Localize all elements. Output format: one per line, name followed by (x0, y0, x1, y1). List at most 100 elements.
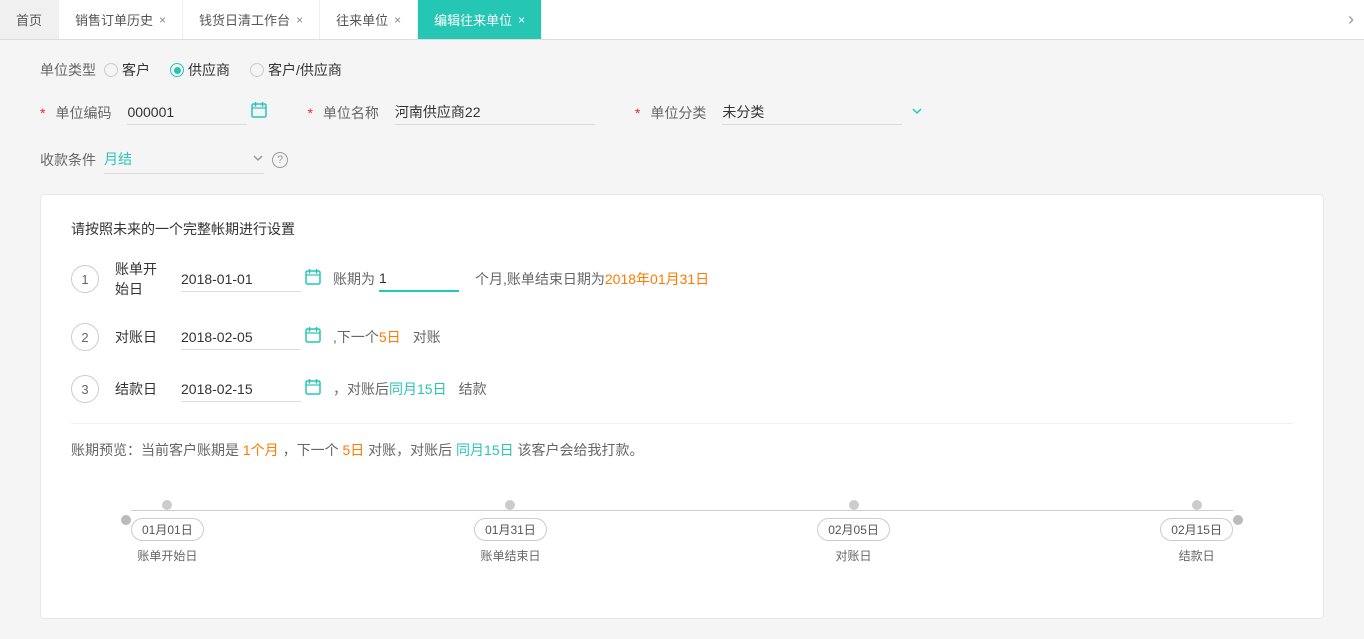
timeline-badge-2: 01月31日 (474, 518, 547, 541)
tab-edit-close[interactable]: × (518, 13, 525, 27)
preview-divider: 账期预览：当前客户账期是 1个月 ，下一个 5日 对账，对账后 同月15日 该客… (71, 423, 1293, 460)
preview-middle2: 对账，对账后 (368, 442, 452, 458)
period-row-1: 1 账单开始日 账期为 个月,账单结束日期为 2018年01月31日 (71, 259, 1293, 299)
cat-label: 单位分类 (650, 103, 706, 123)
tab-units-close[interactable]: × (394, 13, 401, 27)
period-num-1: 1 (71, 265, 99, 293)
unit-type-row: 单位类型 客户 供应商 客户/供应商 (40, 60, 1324, 80)
period-date-1-wrap (181, 267, 321, 292)
tab-home[interactable]: 首页 (0, 0, 59, 39)
timeline-badge-3: 02月05日 (817, 518, 890, 541)
code-field-group: * 单位编码 (40, 100, 267, 125)
period-highlight-2: 5日 (379, 327, 401, 347)
preview-end: 该客户会给我打款。 (518, 442, 644, 458)
timeline-sublabel-3: 对账日 (836, 547, 872, 564)
period-num-3: 3 (71, 375, 99, 403)
fields-row: * 单位编码 * 单位名称 * 单位 (40, 100, 1324, 125)
radio-both-label: 客户/供应商 (268, 60, 342, 80)
tab-cash-close[interactable]: × (296, 13, 303, 27)
preview-middle: ，下一个 (283, 442, 339, 458)
period-desc-3a: ，对账后 (333, 379, 389, 399)
name-required: * (307, 105, 312, 121)
period-label-1: 账单开始日 (115, 259, 165, 299)
payment-value: 月结 (104, 149, 246, 169)
period-date-2-input[interactable] (181, 325, 301, 350)
period-title: 请按照未来的一个完整帐期进行设置 (71, 219, 1293, 239)
radio-customer-circle (104, 63, 118, 77)
category-field-group: * 单位分类 (635, 100, 924, 125)
tab-cash-work[interactable]: 钱货日清工作台 × (183, 0, 320, 39)
payment-dropdown-arrow (252, 152, 264, 167)
payment-row: 收款条件 月结 ? (40, 145, 1324, 174)
timeline-badge-1: 01月01日 (131, 518, 204, 541)
name-field-group: * 单位名称 (307, 100, 594, 125)
main-content: 单位类型 客户 供应商 客户/供应商 * 单位编码 (0, 40, 1364, 639)
timeline-point-1: 01月01日 账单开始日 (131, 500, 204, 564)
code-calendar-icon[interactable] (251, 102, 267, 123)
period-highlight-3: 同月15日 (389, 379, 447, 399)
period-month-input[interactable] (379, 266, 459, 292)
code-input[interactable] (127, 100, 247, 125)
payment-dropdown[interactable]: 月结 (104, 145, 264, 174)
timeline-badge-4: 02月15日 (1160, 518, 1233, 541)
tab-sales-label: 销售订单历史 (75, 10, 153, 29)
tab-edit-units[interactable]: 编辑往来单位 × (418, 0, 542, 39)
period-date-3-input[interactable] (181, 377, 301, 402)
radio-customer[interactable]: 客户 (104, 60, 150, 80)
period-highlight-1: 2018年01月31日 (605, 269, 709, 289)
period-calendar-2-icon[interactable] (305, 327, 321, 348)
name-input[interactable] (395, 100, 595, 125)
tab-edit-label: 编辑往来单位 (434, 10, 512, 29)
timeline-point-2: 01月31日 账单结束日 (474, 500, 547, 564)
timeline-dot-2 (505, 500, 515, 510)
category-input[interactable] (722, 100, 902, 125)
payment-label: 收款条件 (40, 150, 96, 170)
timeline-dot-3 (849, 500, 859, 510)
tab-sales-close[interactable]: × (159, 13, 166, 27)
period-date-2-wrap (181, 325, 321, 350)
radio-supplier-label: 供应商 (188, 60, 230, 80)
period-desc-2a: ,下一个 (333, 327, 379, 347)
period-row-3: 3 结款日 ，对账后 同月15日 结款 (71, 375, 1293, 403)
tab-cash-label: 钱货日清工作台 (199, 10, 290, 29)
code-required: * (40, 105, 45, 121)
timeline-end-cap (1233, 515, 1243, 525)
tab-next-arrow[interactable]: › (1338, 0, 1364, 39)
tab-units[interactable]: 往来单位 × (320, 0, 418, 39)
timeline-dot-1 (162, 500, 172, 510)
period-label-3: 结款日 (115, 379, 165, 399)
period-date-3-wrap (181, 377, 321, 402)
cat-required: * (635, 105, 640, 121)
period-date-1-input[interactable] (181, 267, 301, 292)
preview-section: 账期预览：当前客户账期是 1个月 ，下一个 5日 对账，对账后 同月15日 该客… (71, 423, 1293, 460)
timeline-sublabel-4: 结款日 (1179, 547, 1215, 564)
timeline-point-3: 02月05日 对账日 (817, 500, 890, 564)
tab-sales-history[interactable]: 销售订单历史 × (59, 0, 183, 39)
timeline-start-cap (121, 515, 131, 525)
radio-both[interactable]: 客户/供应商 (250, 60, 342, 80)
radio-group: 客户 供应商 客户/供应商 (104, 60, 342, 80)
payment-help-icon[interactable]: ? (272, 152, 288, 168)
timeline-dot-4 (1192, 500, 1202, 510)
tab-units-label: 往来单位 (336, 10, 388, 29)
name-label: 单位名称 (323, 103, 379, 123)
radio-customer-label: 客户 (122, 60, 150, 80)
period-label-2: 对账日 (115, 327, 165, 347)
category-arrow-icon[interactable] (910, 104, 924, 121)
radio-supplier[interactable]: 供应商 (170, 60, 230, 80)
period-box: 请按照未来的一个完整帐期进行设置 1 账单开始日 账期为 个月,账单结束日期为 (40, 194, 1324, 619)
tab-home-label: 首页 (16, 10, 42, 29)
unit-type-label: 单位类型 (40, 60, 96, 80)
period-row-2: 2 对账日 ,下一个 5日 对账 (71, 323, 1293, 351)
tab-bar: 首页 销售订单历史 × 钱货日清工作台 × 往来单位 × 编辑往来单位 × › (0, 0, 1364, 40)
timeline-sublabel-2: 账单结束日 (480, 547, 540, 564)
timeline-sublabel-1: 账单开始日 (137, 547, 197, 564)
period-calendar-3-icon[interactable] (305, 379, 321, 400)
period-desc-3b: 结款 (459, 379, 487, 399)
period-desc-1a: 账期为 (333, 269, 375, 289)
timeline-points: 01月01日 账单开始日 01月31日 账单结束日 02月05日 对账日 02月… (71, 500, 1293, 564)
period-desc-2b: 对账 (413, 327, 441, 347)
radio-both-circle (250, 63, 264, 77)
code-input-wrap (127, 100, 267, 125)
period-calendar-1-icon[interactable] (305, 269, 321, 290)
